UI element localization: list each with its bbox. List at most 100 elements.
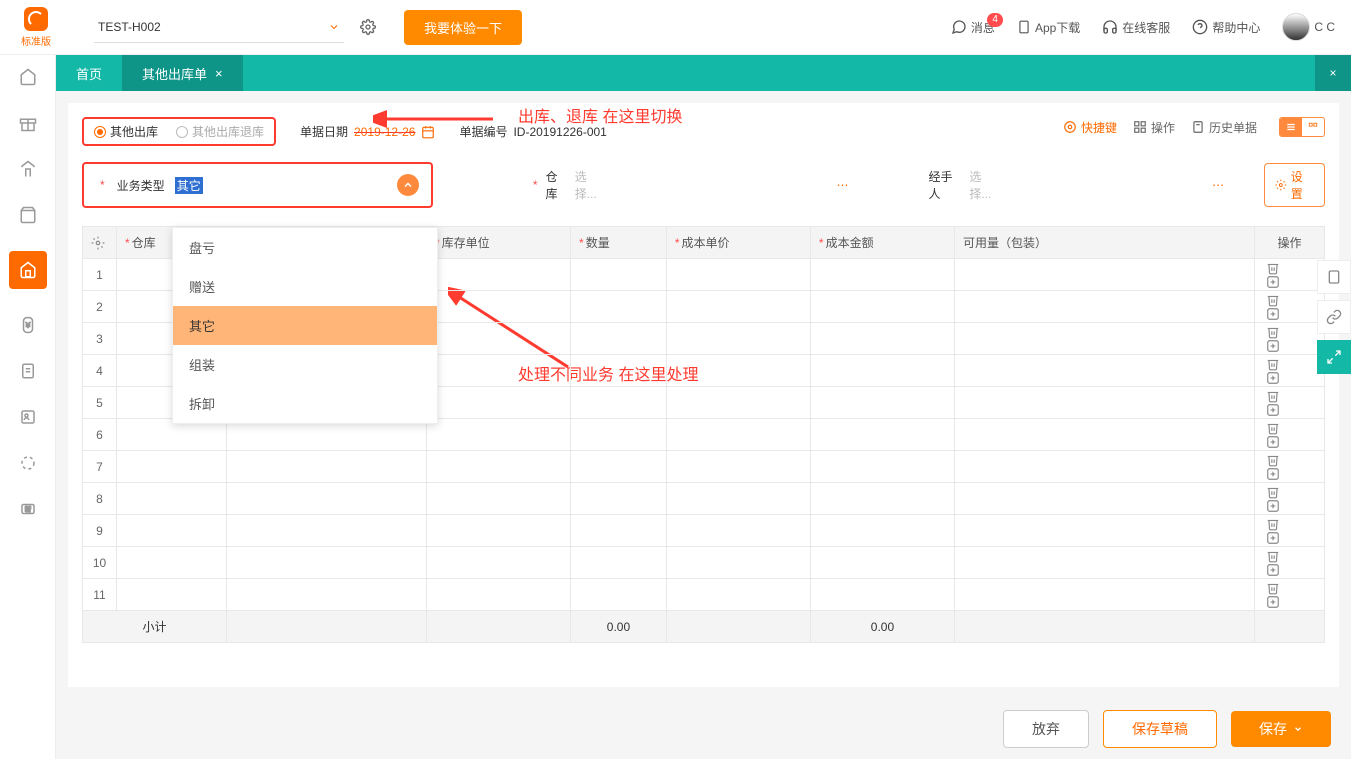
cell-warehouse[interactable] <box>117 579 227 611</box>
dropdown-item-selected[interactable]: 其它 <box>173 306 437 345</box>
tenant-settings-button[interactable] <box>356 15 380 39</box>
add-row-icon[interactable] <box>1263 307 1316 321</box>
dropdown-item[interactable]: 赠送 <box>173 267 437 306</box>
cell-code[interactable] <box>227 515 427 547</box>
nav-loading-icon[interactable] <box>18 453 38 473</box>
warehouse-field[interactable]: * 仓库 选择... ⋯ <box>533 168 849 202</box>
add-row-icon[interactable] <box>1263 563 1316 577</box>
dropdown-item[interactable]: 组装 <box>173 345 437 384</box>
save-button[interactable]: 保存 <box>1231 711 1331 747</box>
add-row-icon[interactable] <box>1263 499 1316 513</box>
nav-warehouse-icon[interactable] <box>9 251 47 289</box>
add-row-icon[interactable] <box>1263 595 1316 609</box>
cell-cost-amount[interactable] <box>810 259 954 291</box>
delete-row-icon[interactable] <box>1263 517 1316 531</box>
cell-cost-price[interactable] <box>666 579 810 611</box>
cell-available[interactable] <box>955 323 1255 355</box>
cell-available[interactable] <box>955 515 1255 547</box>
delete-row-icon[interactable] <box>1263 261 1316 275</box>
app-download-link[interactable]: App下载 <box>1017 19 1080 36</box>
delete-row-icon[interactable] <box>1263 581 1316 595</box>
chevron-up-icon[interactable] <box>397 174 419 196</box>
nav-new-icon[interactable]: 新 <box>18 499 38 519</box>
cell-qty[interactable] <box>571 259 667 291</box>
discard-button[interactable]: 放弃 <box>1003 710 1089 748</box>
cell-qty[interactable] <box>571 387 667 419</box>
add-row-icon[interactable] <box>1263 275 1316 289</box>
cell-unit[interactable] <box>427 451 571 483</box>
user-menu[interactable]: C C <box>1282 13 1335 41</box>
business-type-field[interactable]: * 业务类型 其它 <box>82 162 433 208</box>
cell-cost-price[interactable] <box>666 291 810 323</box>
cell-available[interactable] <box>955 387 1255 419</box>
dropdown-item[interactable]: 拆卸 <box>173 384 437 423</box>
col-settings[interactable] <box>83 227 117 259</box>
nav-home-icon[interactable] <box>18 67 38 87</box>
tenant-select[interactable]: TEST-H002 <box>94 11 344 43</box>
delete-row-icon[interactable] <box>1263 453 1316 467</box>
nav-money-icon[interactable]: ¥ <box>18 315 38 335</box>
cell-cost-amount[interactable] <box>810 451 954 483</box>
cell-qty[interactable] <box>571 579 667 611</box>
nav-clipboard-icon[interactable] <box>18 361 38 381</box>
cell-code[interactable] <box>227 451 427 483</box>
cell-warehouse[interactable] <box>117 483 227 515</box>
cell-code[interactable] <box>227 547 427 579</box>
cell-unit[interactable] <box>427 387 571 419</box>
tab-current[interactable]: 其他出库单 × <box>122 55 243 91</box>
service-link[interactable]: 在线客服 <box>1102 19 1170 36</box>
try-button[interactable]: 我要体验一下 <box>404 10 522 45</box>
cell-cost-amount[interactable] <box>810 515 954 547</box>
tab-home[interactable]: 首页 <box>56 55 122 91</box>
cell-available[interactable] <box>955 355 1255 387</box>
help-link[interactable]: 帮助中心 <box>1192 19 1260 36</box>
delete-row-icon[interactable] <box>1263 325 1316 339</box>
cell-warehouse[interactable] <box>117 515 227 547</box>
cell-available[interactable] <box>955 451 1255 483</box>
tab-close-icon[interactable]: × <box>215 66 223 81</box>
cell-cost-price[interactable] <box>666 547 810 579</box>
cell-cost-amount[interactable] <box>810 355 954 387</box>
nav-contact-icon[interactable] <box>18 407 38 427</box>
cell-available[interactable] <box>955 259 1255 291</box>
cell-cost-price[interactable] <box>666 451 810 483</box>
cell-available[interactable] <box>955 419 1255 451</box>
cell-unit[interactable] <box>427 419 571 451</box>
nav-bag-icon[interactable] <box>18 205 38 225</box>
handler-field[interactable]: 经手人 选择... ⋯ <box>929 168 1225 202</box>
cell-cost-price[interactable] <box>666 355 810 387</box>
delete-row-icon[interactable] <box>1263 421 1316 435</box>
add-row-icon[interactable] <box>1263 435 1316 449</box>
more-icon[interactable]: ⋯ <box>837 178 849 192</box>
more-icon[interactable]: ⋯ <box>1212 178 1224 192</box>
close-panel-button[interactable]: × <box>1315 55 1351 91</box>
add-row-icon[interactable] <box>1263 339 1316 353</box>
dropdown-item[interactable]: 盘亏 <box>173 228 437 267</box>
cell-cost-amount[interactable] <box>810 547 954 579</box>
add-row-icon[interactable] <box>1263 371 1316 385</box>
cell-warehouse[interactable] <box>117 451 227 483</box>
cell-cost-amount[interactable] <box>810 419 954 451</box>
cell-code[interactable] <box>227 483 427 515</box>
save-draft-button[interactable]: 保存草稿 <box>1103 710 1217 748</box>
delete-row-icon[interactable] <box>1263 293 1316 307</box>
table-row[interactable]: 7 <box>83 451 1325 483</box>
cell-qty[interactable] <box>571 355 667 387</box>
radio-return[interactable]: 其他出库退库 <box>176 123 264 140</box>
nav-house-icon[interactable] <box>18 159 38 179</box>
radio-outbound[interactable]: 其他出库 <box>94 123 158 140</box>
cell-available[interactable] <box>955 579 1255 611</box>
cell-qty[interactable] <box>571 515 667 547</box>
cell-unit[interactable] <box>427 259 571 291</box>
add-row-icon[interactable] <box>1263 403 1316 417</box>
table-row[interactable]: 11 <box>83 579 1325 611</box>
table-row[interactable]: 9 <box>83 515 1325 547</box>
nav-gift-icon[interactable] <box>18 113 38 133</box>
cell-available[interactable] <box>955 291 1255 323</box>
cell-unit[interactable] <box>427 579 571 611</box>
delete-row-icon[interactable] <box>1263 485 1316 499</box>
cell-qty[interactable] <box>571 291 667 323</box>
cell-cost-amount[interactable] <box>810 291 954 323</box>
cell-unit[interactable] <box>427 547 571 579</box>
cell-qty[interactable] <box>571 483 667 515</box>
